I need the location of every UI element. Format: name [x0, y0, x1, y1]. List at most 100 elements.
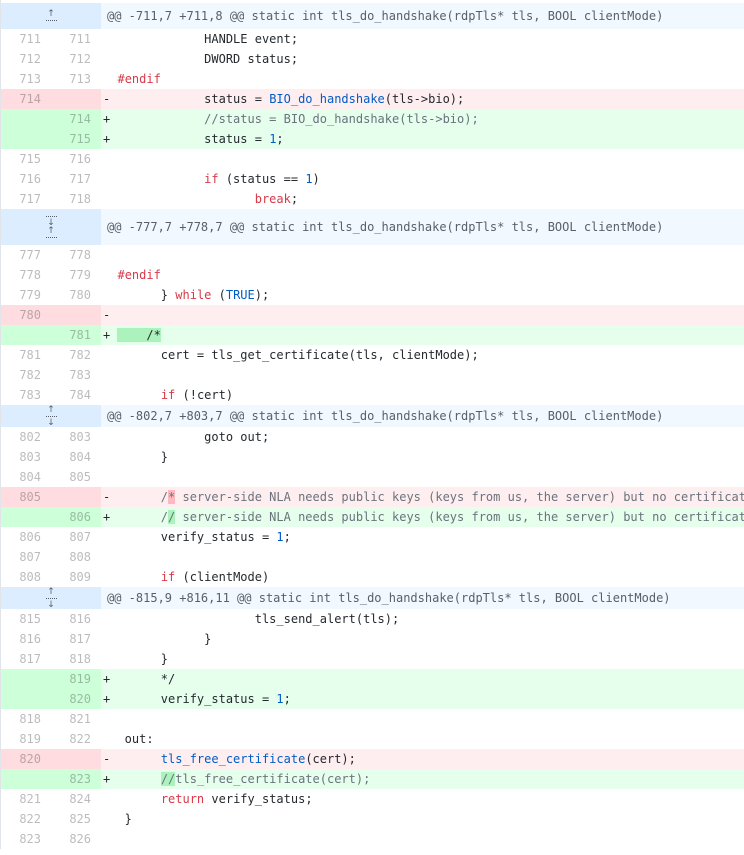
code-segment: } [110, 652, 169, 666]
new-line-number[interactable]: 818 [51, 649, 101, 669]
new-line-number[interactable]: 717 [51, 169, 101, 189]
old-line-number[interactable] [1, 109, 51, 129]
new-line-number[interactable]: 808 [51, 547, 101, 567]
old-line-number[interactable]: 714 [1, 89, 51, 109]
new-line-number[interactable] [51, 487, 101, 507]
new-line-number[interactable] [51, 305, 101, 325]
unfold-down-up-icon[interactable]: ↓ ↑ [45, 214, 57, 240]
code-line: if (status == 1) [101, 169, 744, 189]
new-line-number[interactable]: 826 [51, 829, 101, 849]
new-line-number[interactable]: 716 [51, 149, 101, 169]
diff-row: 818 821 [1, 709, 744, 729]
new-line-number[interactable]: 809 [51, 567, 101, 587]
diff-row: 802 803 goto out; [1, 427, 744, 447]
new-line-number[interactable]: 824 [51, 789, 101, 809]
old-line-number[interactable]: 805 [1, 487, 51, 507]
old-line-number[interactable]: 804 [1, 467, 51, 487]
diff-row: 781 + /* [1, 325, 744, 345]
code-segment: (tls->bio); [384, 92, 465, 106]
new-line-number[interactable]: 784 [51, 385, 101, 405]
old-line-number[interactable]: 779 [1, 285, 51, 305]
code-line: #endif [101, 69, 744, 89]
diff-row: 816 817 } [1, 629, 744, 649]
old-line-number[interactable] [1, 507, 51, 527]
old-line-number[interactable]: 815 [1, 609, 51, 629]
new-line-number[interactable]: 806 [51, 507, 101, 527]
old-line-number[interactable]: 778 [1, 265, 51, 285]
diff-row: 713 713 #endif [1, 69, 744, 89]
diff-row: 805 - /* server-side NLA needs public key… [1, 487, 744, 507]
old-line-number[interactable]: 783 [1, 385, 51, 405]
code-segment: tls_free_certificate(cert); [175, 772, 371, 786]
new-line-number[interactable] [51, 89, 101, 109]
new-line-number[interactable]: 817 [51, 629, 101, 649]
old-line-number[interactable]: 717 [1, 189, 51, 209]
new-line-number[interactable]: 805 [51, 467, 101, 487]
new-line-number[interactable]: 781 [51, 325, 101, 345]
new-line-number[interactable]: 804 [51, 447, 101, 467]
code-segment: (clientMode) [175, 570, 270, 584]
new-line-number[interactable]: 778 [51, 245, 101, 265]
new-line-number[interactable]: 783 [51, 365, 101, 385]
new-line-number[interactable]: 825 [51, 809, 101, 829]
old-line-number[interactable]: 781 [1, 345, 51, 365]
new-line-number[interactable]: 822 [51, 729, 101, 749]
old-line-number[interactable]: 802 [1, 427, 51, 447]
old-line-number[interactable]: 821 [1, 789, 51, 809]
new-line-number[interactable]: 714 [51, 109, 101, 129]
code-line [101, 709, 744, 729]
unfold-icon[interactable]: ↑ ↓ [45, 405, 57, 427]
old-line-number[interactable]: 819 [1, 729, 51, 749]
code-segment: ; [290, 192, 299, 206]
code-segment: #endif [117, 72, 161, 86]
new-line-number[interactable] [51, 749, 101, 769]
new-line-number[interactable]: 711 [51, 29, 101, 49]
new-line-number[interactable]: 779 [51, 265, 101, 285]
new-line-number[interactable]: 807 [51, 527, 101, 547]
new-line-number[interactable]: 816 [51, 609, 101, 629]
old-line-number[interactable] [1, 669, 51, 689]
old-line-number[interactable]: 816 [1, 629, 51, 649]
old-line-number[interactable]: 715 [1, 149, 51, 169]
code-segment: 1 [276, 692, 284, 706]
new-line-number[interactable]: 821 [51, 709, 101, 729]
old-line-number[interactable]: 712 [1, 49, 51, 69]
old-line-number[interactable]: 807 [1, 547, 51, 567]
new-line-number[interactable]: 782 [51, 345, 101, 365]
new-line-number[interactable]: 715 [51, 129, 101, 149]
diff-row: 806 807 verify_status = 1; [1, 527, 744, 547]
old-line-number[interactable] [1, 325, 51, 345]
new-line-number[interactable]: 820 [51, 689, 101, 709]
old-line-number[interactable]: 782 [1, 365, 51, 385]
old-line-number[interactable]: 818 [1, 709, 51, 729]
new-line-number[interactable]: 780 [51, 285, 101, 305]
new-line-number[interactable]: 819 [51, 669, 101, 689]
new-line-number[interactable]: 712 [51, 49, 101, 69]
old-line-number[interactable] [1, 129, 51, 149]
diff-row: 712 712 DWORD status; [1, 49, 744, 69]
new-line-number[interactable]: 803 [51, 427, 101, 447]
old-line-number[interactable]: 823 [1, 829, 51, 849]
old-line-number[interactable]: 777 [1, 245, 51, 265]
old-line-number[interactable]: 808 [1, 567, 51, 587]
new-line-number[interactable]: 718 [51, 189, 101, 209]
code-line [101, 365, 744, 385]
old-line-number[interactable]: 711 [1, 29, 51, 49]
old-line-number[interactable]: 822 [1, 809, 51, 829]
code-segment: ( [211, 288, 226, 302]
old-line-number[interactable]: 817 [1, 649, 51, 669]
old-line-number[interactable]: 716 [1, 169, 51, 189]
code-line: + //tls_free_certificate(cert); [101, 769, 744, 789]
old-line-number[interactable]: 713 [1, 69, 51, 89]
old-line-number[interactable] [1, 769, 51, 789]
old-line-number[interactable]: 806 [1, 527, 51, 547]
old-line-number[interactable]: 780 [1, 305, 51, 325]
new-line-number[interactable]: 713 [51, 69, 101, 89]
new-line-number[interactable]: 823 [51, 769, 101, 789]
old-line-number[interactable]: 820 [1, 749, 51, 769]
old-line-number[interactable] [1, 689, 51, 709]
old-line-number[interactable]: 803 [1, 447, 51, 467]
unfold-up-icon[interactable]: ↑ [45, 9, 57, 23]
unfold-icon[interactable]: ↑ ↓ [45, 587, 57, 609]
code-line: - tls_free_certificate(cert); [101, 749, 744, 769]
